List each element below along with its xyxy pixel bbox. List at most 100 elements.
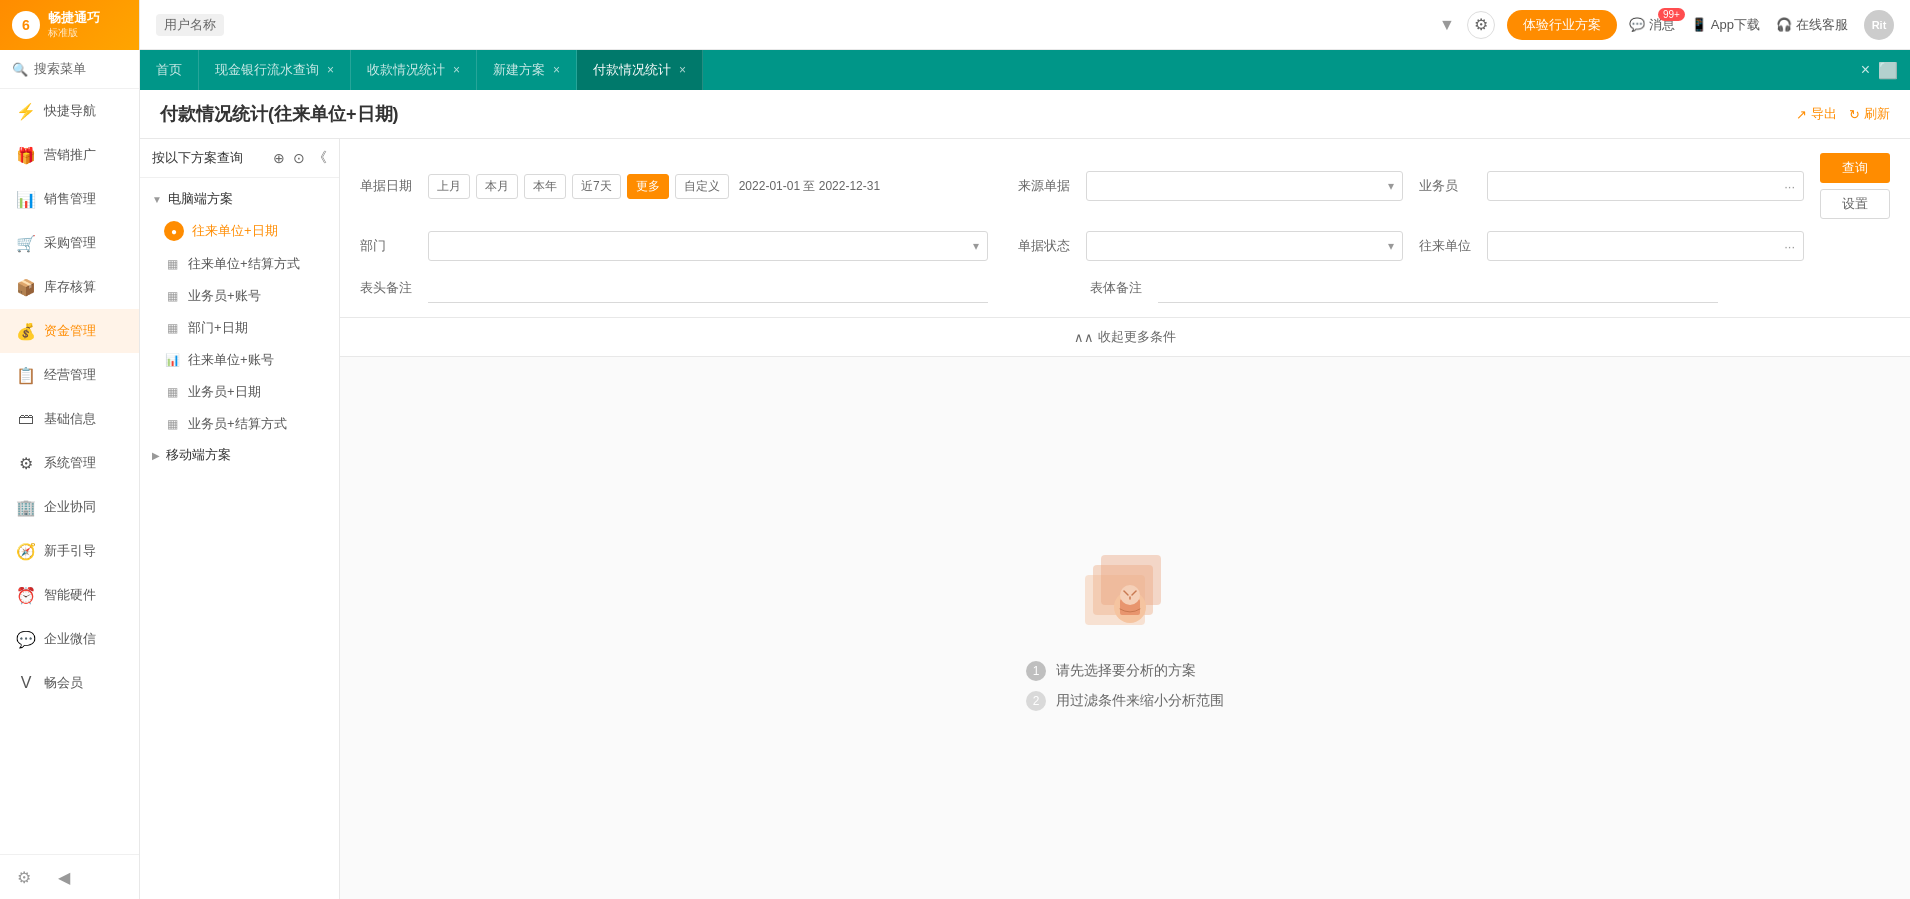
tab-bank-flow[interactable]: 现金银行流水查询 × <box>199 50 351 90</box>
dept-arrow: ▾ <box>973 239 979 253</box>
finance-label: 资金管理 <box>44 322 96 340</box>
scheme-collapse-icon[interactable]: 《 <box>313 149 327 167</box>
scheme-item-salesman-account[interactable]: ▦业务员+账号 <box>140 280 339 312</box>
sidebar-nav: ⚡ 快捷导航 🎁 营销推广 📊 销售管理 🛒 采购管理 📦 库存核算 💰 资金管… <box>0 89 139 854</box>
scheme-item-label-partner-date: 往来单位+日期 <box>192 222 278 240</box>
export-btn[interactable]: ↗ 导出 <box>1796 105 1837 123</box>
sidebar-item-basic-info[interactable]: 🗃 基础信息 <box>0 397 139 441</box>
customer-service-action[interactable]: 🎧 在线客服 <box>1776 16 1848 34</box>
search-icon: 🔍 <box>12 62 28 77</box>
voucher-date-field: 单据日期 上月 本月 本年 近7天 更多 自定义 2022-01-01 至 20… <box>360 174 1002 199</box>
partner-select[interactable]: ··· <box>1487 231 1804 261</box>
logo-text: 畅捷通巧 标准版 <box>48 10 100 40</box>
scheme-item-dept-date[interactable]: ▦部门+日期 <box>140 312 339 344</box>
salesman-select[interactable]: ··· <box>1487 171 1804 201</box>
filter-form: 单据日期 上月 本月 本年 近7天 更多 自定义 2022-01-01 至 20… <box>340 139 1910 318</box>
sidebar-item-finance[interactable]: 💰 资金管理 <box>0 309 139 353</box>
customer-service-label: 在线客服 <box>1796 16 1848 34</box>
logo-icon: 6 <box>12 11 40 39</box>
scheme-group-title-desktop[interactable]: ▼ 电脑端方案 <box>140 184 339 214</box>
quick-nav-label: 快捷导航 <box>44 102 96 120</box>
tab-home[interactable]: 首页 <box>140 50 199 90</box>
scheme-panel-header: 按以下方案查询 ⊕ ⊙ 《 <box>140 139 339 178</box>
sidebar-item-enterprise[interactable]: 🏢 企业协同 <box>0 485 139 529</box>
scheme-item-table-icon: ▦ <box>164 416 180 432</box>
source-voucher-arrow: ▾ <box>1388 179 1394 193</box>
date-options: 上月 本月 本年 近7天 更多 自定义 2022-01-01 至 2022-12… <box>428 174 1002 199</box>
source-voucher-select[interactable]: ▾ <box>1086 171 1403 201</box>
tab-close-new-scheme[interactable]: × <box>553 63 560 77</box>
scheme-group-title-mobile[interactable]: ▶ 移动端方案 <box>140 440 339 470</box>
sidebar-item-wechat[interactable]: 💬 企业微信 <box>0 617 139 661</box>
operation-label: 经营管理 <box>44 366 96 384</box>
date-btn-this-year[interactable]: 本年 <box>524 174 566 199</box>
scheme-settings-icon[interactable]: ⊙ <box>293 150 305 166</box>
tab-close-receipt-stats[interactable]: × <box>453 63 460 77</box>
sidebar-item-vip[interactable]: V 畅会员 <box>0 661 139 705</box>
sidebar-item-purchase[interactable]: 🛒 采购管理 <box>0 221 139 265</box>
tab-payment-stats[interactable]: 付款情况统计× <box>577 50 703 90</box>
sidebar-item-sales[interactable]: 📊 销售管理 <box>0 177 139 221</box>
enterprise-icon: 🏢 <box>16 497 36 517</box>
sidebar-item-hardware[interactable]: ⏰ 智能硬件 <box>0 573 139 617</box>
tab-label-bank-flow: 现金银行流水查询 <box>215 61 319 79</box>
sidebar-item-system[interactable]: ⚙ 系统管理 <box>0 441 139 485</box>
scheme-panel: 按以下方案查询 ⊕ ⊙ 《 ▼ 电脑端方案 ●往来单位+日期▦往来单位+结算方式… <box>140 139 340 899</box>
sidebar-item-operation[interactable]: 📋 经营管理 <box>0 353 139 397</box>
add-scheme-icon[interactable]: ⊕ <box>273 150 285 166</box>
table-body-note-input[interactable] <box>1158 273 1718 303</box>
app-download-action[interactable]: 📱 App下载 <box>1691 16 1760 34</box>
dept-select[interactable]: ▾ <box>428 231 988 261</box>
topbar-settings-btn[interactable]: ⚙ <box>1467 11 1495 39</box>
sidebar-item-marketing[interactable]: 🎁 营销推广 <box>0 133 139 177</box>
date-btn-last-month[interactable]: 上月 <box>428 174 470 199</box>
sidebar-item-guide[interactable]: 🧭 新手引导 <box>0 529 139 573</box>
partner-dots: ··· <box>1784 239 1795 254</box>
maximize-window-icon[interactable]: ⬜ <box>1878 61 1898 80</box>
voucher-status-select[interactable]: ▾ <box>1086 231 1403 261</box>
inventory-icon: 📦 <box>16 277 36 297</box>
tab-close-payment-stats[interactable]: × <box>679 63 686 77</box>
app-icon: 📱 <box>1691 17 1707 32</box>
collapse-more-btn[interactable]: ∧∧ 收起更多条件 <box>340 318 1910 357</box>
wechat-icon: 💬 <box>16 629 36 649</box>
date-btn-this-month[interactable]: 本月 <box>476 174 518 199</box>
scheme-item-partner-date[interactable]: ●往来单位+日期 <box>140 214 339 248</box>
purchase-label: 采购管理 <box>44 234 96 252</box>
date-btn-7days[interactable]: 近7天 <box>572 174 621 199</box>
filter-row-3: 表头备注 表体备注 <box>360 273 1890 303</box>
trial-btn[interactable]: 体验行业方案 <box>1507 10 1617 40</box>
table-head-note-input[interactable] <box>428 273 988 303</box>
system-icon: ⚙ <box>16 453 36 473</box>
close-window-icon[interactable]: × <box>1861 61 1870 79</box>
scheme-item-salesman-settlement[interactable]: ▦业务员+结算方式 <box>140 408 339 440</box>
tab-new-scheme[interactable]: 新建方案× <box>477 50 577 90</box>
sidebar-collapse-icon[interactable]: ◀ <box>52 865 76 889</box>
settings-btn[interactable]: 设置 <box>1820 189 1890 219</box>
sidebar-item-quick-nav[interactable]: ⚡ 快捷导航 <box>0 89 139 133</box>
content-area: 按以下方案查询 ⊕ ⊙ 《 ▼ 电脑端方案 ●往来单位+日期▦往来单位+结算方式… <box>140 139 1910 899</box>
topbar-actions: 💬 消息 99+ 📱 App下载 🎧 在线客服 Rit <box>1629 10 1894 40</box>
scheme-item-partner-account[interactable]: 📊 往来单位+账号 <box>140 344 339 376</box>
search-menu[interactable]: 🔍 搜索菜单 <box>0 50 139 89</box>
refresh-btn[interactable]: ↻ 刷新 <box>1849 105 1890 123</box>
query-btn[interactable]: 查询 <box>1820 153 1890 183</box>
tab-close-bank-flow[interactable]: × <box>327 63 334 77</box>
sidebar-settings-icon[interactable]: ⚙ <box>12 865 36 889</box>
messages-action[interactable]: 💬 消息 99+ <box>1629 16 1675 34</box>
scheme-item-partner-settlement[interactable]: ▦往来单位+结算方式 <box>140 248 339 280</box>
tab-receipt-stats[interactable]: 收款情况统计× <box>351 50 477 90</box>
marketing-label: 营销推广 <box>44 146 96 164</box>
voucher-status-label: 单据状态 <box>1018 237 1078 255</box>
source-voucher-field: 来源单据 ▾ <box>1018 171 1403 201</box>
user-avatar[interactable]: Rit <box>1864 10 1894 40</box>
scheme-item-label-partner-account: 往来单位+账号 <box>188 351 274 369</box>
sidebar-item-inventory[interactable]: 📦 库存核算 <box>0 265 139 309</box>
page-header: 付款情况统计(往来单位+日期) ↗ 导出 ↻ 刷新 <box>140 90 1910 139</box>
date-btn-more[interactable]: 更多 <box>627 174 669 199</box>
date-btn-custom[interactable]: 自定义 <box>675 174 729 199</box>
scheme-item-chart-icon: 📊 <box>164 352 180 368</box>
filter-row-1: 单据日期 上月 本月 本年 近7天 更多 自定义 2022-01-01 至 20… <box>360 153 1890 219</box>
topbar-chevron-icon[interactable]: ▼ <box>1439 16 1455 34</box>
scheme-item-salesman-date[interactable]: ▦业务员+日期 <box>140 376 339 408</box>
